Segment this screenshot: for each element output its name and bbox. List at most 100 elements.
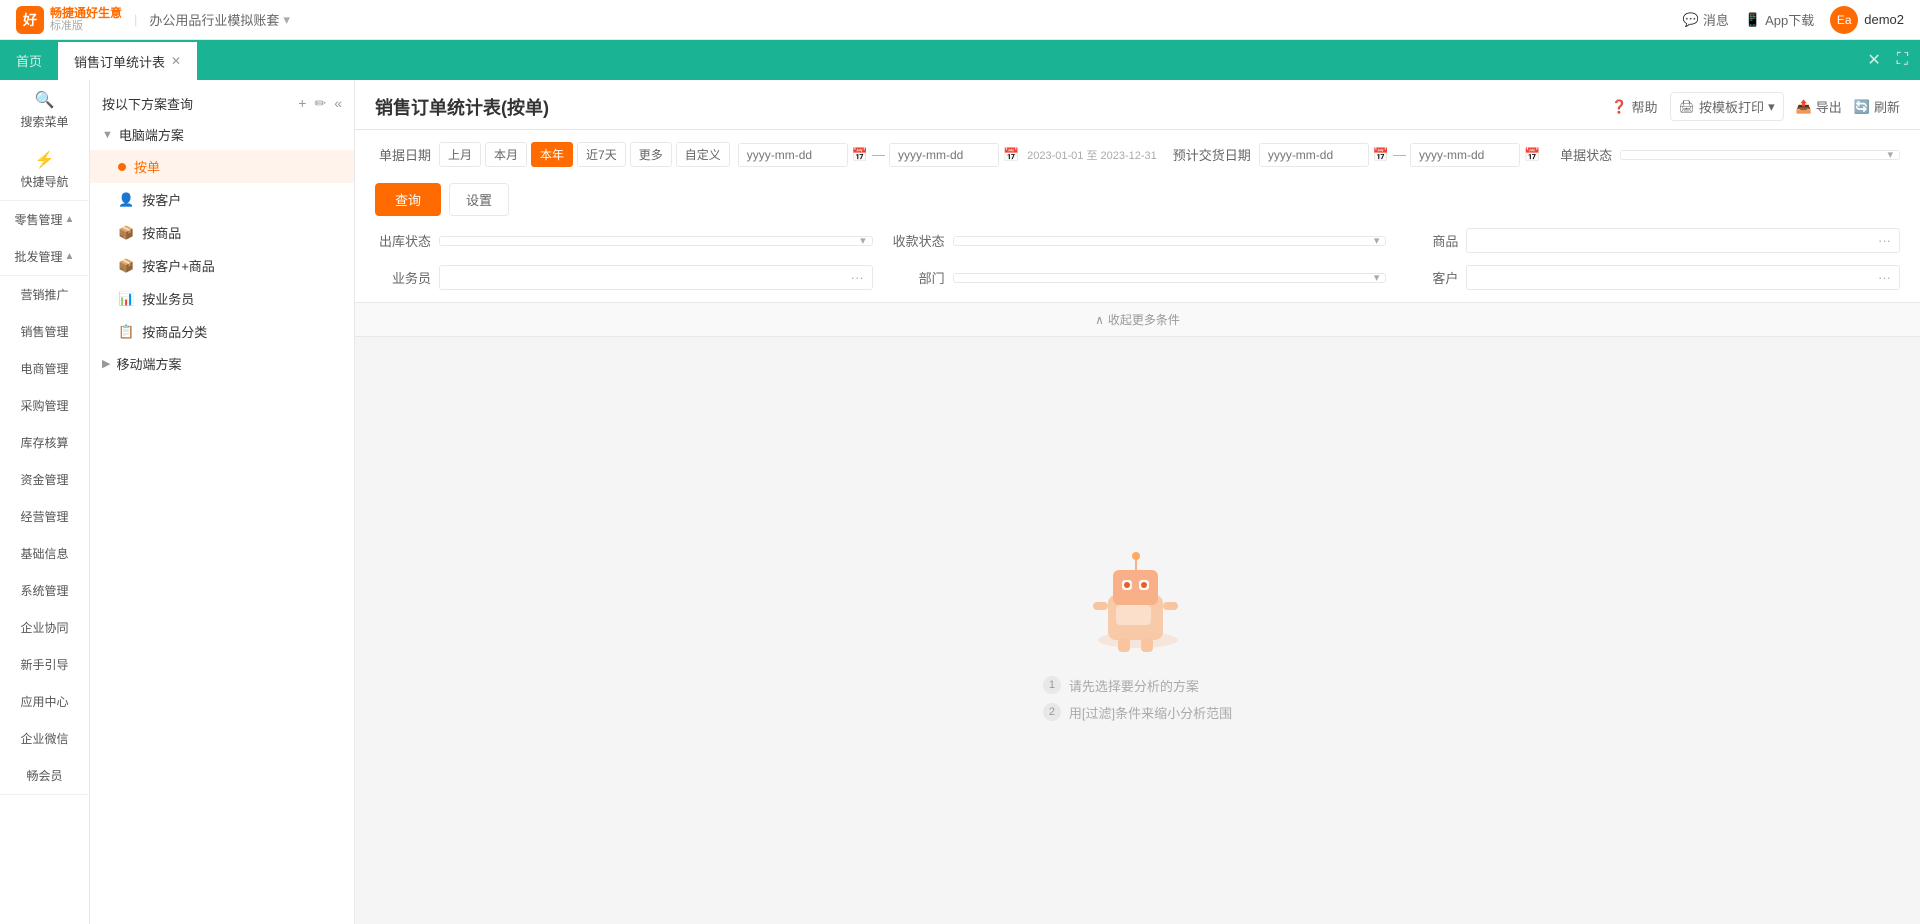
sidebar-item-quick-nav[interactable]: ⚡ 快捷导航 <box>0 140 89 200</box>
app-download-btn[interactable]: 📱 App下载 <box>1745 10 1814 29</box>
filter-block: 单据日期 上月 本月 本年 近7天 更多 自定义 � <box>355 130 1920 337</box>
print-btn[interactable]: 🖨 按模板打印 ▾ <box>1670 92 1784 121</box>
tree-group-pc: ▼ 电脑端方案 按单 👤 按客户 📦 按商品 📦 按客户+商品 <box>90 119 354 348</box>
tree-item-by-customer-label: 按客户 <box>142 190 181 209</box>
sidebar-item-inventory[interactable]: 库存核算 <box>0 424 89 461</box>
message-label: 消息 <box>1703 10 1729 29</box>
sidebar-item-vip[interactable]: 畅会员 <box>0 757 89 794</box>
tree-group-pc-header[interactable]: ▼ 电脑端方案 <box>90 119 354 150</box>
settings-btn[interactable]: 设置 <box>449 183 509 216</box>
logo-subtext: 标准版 <box>50 20 122 33</box>
export-btn[interactable]: 📤 导出 <box>1796 97 1842 116</box>
page-header: 销售订单统计表(按单) ❓ 帮助 🖨 按模板打印 ▾ 📤 导出 <box>355 80 1920 130</box>
sidebar-section-search: 🔍 搜索菜单 ⚡ 快捷导航 <box>0 80 89 201</box>
wechat-label: 企业微信 <box>20 730 68 747</box>
export-icon: 📤 <box>1796 99 1812 115</box>
refresh-label: 刷新 <box>1874 97 1900 116</box>
appcenter-label: 应用中心 <box>20 693 68 710</box>
add-scheme-btn[interactable]: + <box>298 95 306 112</box>
print-label: 按模板打印 <box>1699 97 1764 116</box>
sidebar-item-finance[interactable]: 资金管理 <box>0 461 89 498</box>
sidebar-item-marketing[interactable]: 营销推广 <box>0 276 89 313</box>
salesperson-dots: ··· <box>851 270 864 285</box>
sidebar-item-basic[interactable]: 基础信息 <box>0 535 89 572</box>
page-title: 销售订单统计表(按单) <box>375 94 549 120</box>
order-status-select[interactable]: ▾ <box>1620 150 1900 160</box>
message-btn[interactable]: 💬 消息 <box>1683 10 1729 29</box>
tab-close-btn[interactable]: ✕ <box>171 54 181 68</box>
date-btn-last7days[interactable]: 近7天 <box>577 142 626 167</box>
dept-select[interactable]: ▾ <box>953 273 1387 283</box>
date-btn-last-month[interactable]: 上月 <box>439 142 481 167</box>
delivery-status-select[interactable]: ▾ <box>439 236 873 246</box>
sidebar-item-search-menu[interactable]: 🔍 搜索菜单 <box>0 80 89 140</box>
sidebar-item-wechat[interactable]: 企业微信 <box>0 720 89 757</box>
purchase-label: 采购管理 <box>20 397 68 414</box>
empty-hint-1: 1 请先选择要分析的方案 <box>1043 676 1232 695</box>
sidebar-item-wholesale[interactable]: 批发管理 ▲ <box>0 238 89 275</box>
date-end-input[interactable] <box>889 143 999 167</box>
date-start-input[interactable] <box>738 143 848 167</box>
vip-label: 畅会员 <box>26 767 62 784</box>
collapse-btn[interactable]: ∧ 收起更多条件 <box>1095 311 1180 328</box>
sidebar-item-enterprise[interactable]: 企业协同 <box>0 609 89 646</box>
tab-sales-order-stat[interactable]: 销售订单统计表 ✕ <box>58 40 197 80</box>
salesperson-label: 业务员 <box>375 268 431 287</box>
customer-icon: 👤 <box>118 192 134 208</box>
tree-group-mobile-label: 移动端方案 <box>116 354 181 373</box>
tree-item-by-order[interactable]: 按单 <box>90 150 354 183</box>
left-panel-header: 按以下方案查询 + ✏ « <box>90 88 354 119</box>
tree-expand-icon: ▼ <box>102 129 113 141</box>
expected-end-input[interactable] <box>1410 143 1520 167</box>
query-btn[interactable]: 查询 <box>375 183 441 216</box>
tree-item-by-product[interactable]: 📦 按商品 <box>90 216 354 249</box>
sidebar-item-retail[interactable]: 零售管理 ▲ <box>0 201 89 238</box>
collapse-panel-btn[interactable]: « <box>334 95 342 112</box>
help-label: 帮助 <box>1632 97 1658 116</box>
product-input[interactable]: ··· <box>1466 228 1900 253</box>
refresh-btn[interactable]: 🔄 刷新 <box>1854 97 1900 116</box>
sidebar-item-ecommerce[interactable]: 电商管理 <box>0 350 89 387</box>
tree-item-by-customer[interactable]: 👤 按客户 <box>90 183 354 216</box>
sidebar: 🔍 搜索菜单 ⚡ 快捷导航 零售管理 ▲ 批发管理 ▲ 营销推广 销售管理 <box>0 80 90 924</box>
sidebar-item-sys[interactable]: 系统管理 <box>0 572 89 609</box>
sidebar-item-purchase[interactable]: 采购管理 <box>0 387 89 424</box>
date-btn-custom[interactable]: 自定义 <box>676 142 730 167</box>
logo-icon: 好 <box>16 6 44 34</box>
date-btn-more[interactable]: 更多 <box>630 142 672 167</box>
payment-status-select[interactable]: ▾ <box>953 236 1387 246</box>
category-icon: 📋 <box>118 324 134 340</box>
expected-date-group: 预计交货日期 📅 — 📅 <box>1173 143 1540 167</box>
salesperson-input[interactable]: ··· <box>439 265 873 290</box>
expected-start-input[interactable] <box>1259 143 1369 167</box>
date-btn-this-year[interactable]: 本年 <box>531 142 573 167</box>
sidebar-item-appcenter[interactable]: 应用中心 <box>0 683 89 720</box>
tab-home[interactable]: 首页 <box>0 40 58 80</box>
refresh-icon: 🔄 <box>1854 99 1870 115</box>
sidebar-item-guide[interactable]: 新手引导 <box>0 646 89 683</box>
tree-item-by-cust-prod[interactable]: 📦 按客户+商品 <box>90 249 354 282</box>
tree-group-mobile-header[interactable]: ▶ 移动端方案 <box>90 348 354 379</box>
help-btn[interactable]: ❓ 帮助 <box>1611 97 1657 116</box>
date-filter-group: 单据日期 上月 本月 本年 近7天 更多 自定义 � <box>375 142 1157 167</box>
wholesale-arrow: ▲ <box>65 251 75 262</box>
calendar-end-icon: 📅 <box>1003 147 1019 163</box>
sidebar-item-sales[interactable]: 销售管理 <box>0 313 89 350</box>
sys-label: 系统管理 <box>20 582 68 599</box>
date-btn-this-month[interactable]: 本月 <box>485 142 527 167</box>
tree-item-by-category[interactable]: 📋 按商品分类 <box>90 315 354 348</box>
customer-input[interactable]: ··· <box>1466 265 1900 290</box>
dept-chevron: ▾ <box>1374 271 1380 284</box>
product-label: 商品 <box>1402 231 1458 250</box>
hint-text-1: 请先选择要分析的方案 <box>1069 676 1199 695</box>
window-expand-btn[interactable]: ⛶ <box>1893 47 1912 73</box>
user-name: demo2 <box>1864 12 1904 27</box>
help-icon: ❓ <box>1611 99 1627 115</box>
collapse-bar[interactable]: ∧ 收起更多条件 <box>355 302 1920 336</box>
edit-scheme-btn[interactable]: ✏ <box>314 95 326 112</box>
breadcrumb[interactable]: 办公用品行业模拟账套 ▾ <box>149 10 290 29</box>
window-close-btn[interactable]: ✕ <box>1863 46 1884 74</box>
tree-item-by-salesperson[interactable]: 📊 按业务员 <box>90 282 354 315</box>
user-menu[interactable]: Ea demo2 <box>1830 6 1904 34</box>
sidebar-item-operations[interactable]: 经营管理 <box>0 498 89 535</box>
